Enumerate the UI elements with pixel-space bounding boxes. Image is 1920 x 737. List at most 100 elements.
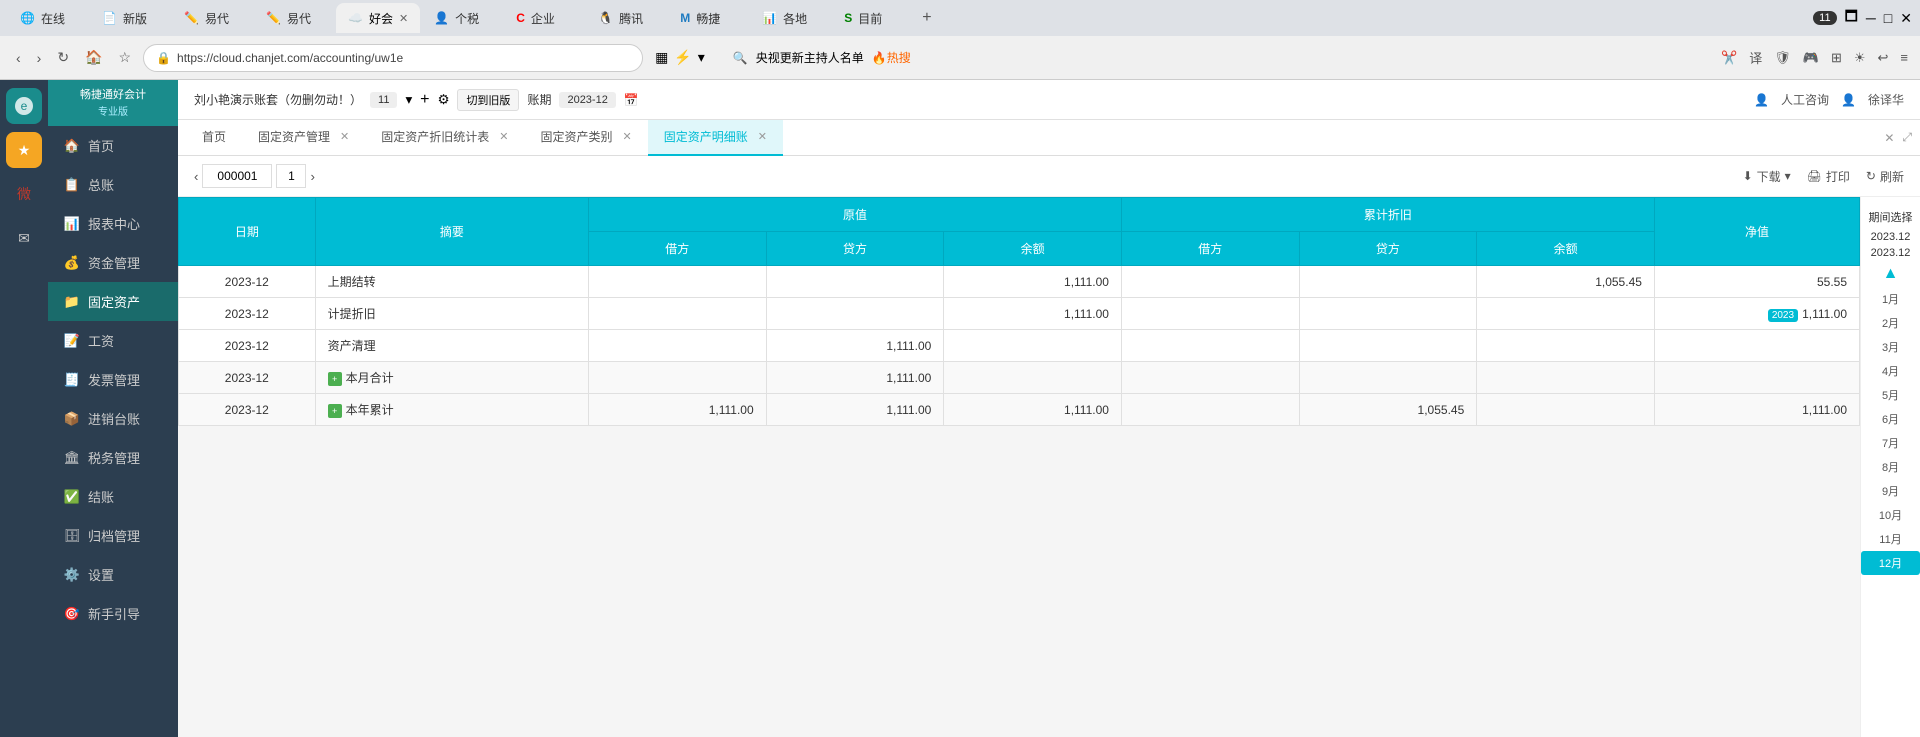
collapse-icon[interactable]: ✕	[1884, 131, 1894, 145]
browser-tab-4[interactable]: ☁️ 好会 ✕	[336, 3, 420, 33]
page-num-input[interactable]	[276, 164, 306, 188]
cell-net-1: 20231,111.00	[1654, 298, 1859, 330]
month-10[interactable]: 10月	[1861, 503, 1920, 527]
next-page-button[interactable]: ›	[310, 169, 314, 184]
add-account-button[interactable]: +	[420, 91, 429, 109]
calendar-icon[interactable]: 📅	[624, 93, 639, 107]
month-11[interactable]: 11月	[1861, 527, 1920, 551]
window-close-icon[interactable]: ✕	[1900, 10, 1912, 27]
month-8[interactable]: 8月	[1861, 455, 1920, 479]
qr-icon[interactable]: ▦	[655, 49, 668, 66]
sidebar-item-tax[interactable]: 🏛 税务管理	[48, 438, 178, 477]
month-7[interactable]: 7月	[1861, 431, 1920, 455]
browser-tab-9[interactable]: 📊 各地	[750, 3, 830, 33]
forward-button[interactable]: ›	[33, 46, 46, 70]
sidebar-item-closing[interactable]: ✅ 结账	[48, 477, 178, 516]
restore-icon[interactable]: 🗖	[1845, 6, 1858, 30]
page-tab-close-3[interactable]: ✕	[623, 130, 632, 143]
sidebar-item-fixed-assets[interactable]: 📁 固定资产	[48, 282, 178, 321]
account-dropdown-button[interactable]: ▾	[405, 92, 412, 108]
sidebar-item-settings[interactable]: ⚙️ 设置	[48, 555, 178, 594]
month-9[interactable]: 9月	[1861, 479, 1920, 503]
page-tab-depreciation-stat[interactable]: 固定资产折旧统计表 ✕	[365, 120, 524, 156]
tab-expand-close[interactable]: ✕ ⤢	[1884, 130, 1912, 145]
sidebar-item-payroll[interactable]: 📝 工资	[48, 321, 178, 360]
shield-icon[interactable]: 🛡	[1774, 50, 1791, 66]
month-4[interactable]: 4月	[1861, 359, 1920, 383]
quick-icon-0[interactable]: e	[6, 88, 42, 124]
refresh-button[interactable]: ↻ 刷新	[1866, 168, 1904, 185]
grid-icon[interactable]: ⊞	[1831, 50, 1842, 66]
month-5[interactable]: 5月	[1861, 383, 1920, 407]
page-tab-close-2[interactable]: ✕	[499, 130, 508, 143]
tab-label-4: 好会	[369, 10, 393, 27]
sidebar-item-invoice[interactable]: 🧾 发票管理	[48, 360, 178, 399]
page-code-input[interactable]	[202, 164, 272, 188]
cell-orig-balance-2	[944, 330, 1122, 362]
expand-icon[interactable]: ⤢	[1902, 130, 1912, 145]
month-1[interactable]: 1月	[1861, 287, 1920, 311]
sidebar-item-guide[interactable]: 🎯 新手引导	[48, 594, 178, 633]
refresh-button[interactable]: ↻	[53, 45, 73, 70]
home-button[interactable]: 🏠	[81, 45, 106, 70]
browser-tab-5[interactable]: 👤 个税	[422, 3, 502, 33]
page-tab-asset-detail[interactable]: 固定资产明细账 ✕	[648, 120, 783, 156]
sidebar-item-purchase-sales[interactable]: 📦 进销台账	[48, 399, 178, 438]
download-dropdown-icon[interactable]: ▾	[1785, 169, 1791, 183]
switch-version-button[interactable]: 切到旧版	[457, 89, 519, 111]
menu-icon[interactable]: ≡	[1900, 50, 1908, 65]
prev-page-button[interactable]: ‹	[194, 169, 198, 184]
settings-button[interactable]: ⚙	[437, 92, 449, 108]
back-button[interactable]: ‹	[12, 46, 25, 70]
month-2[interactable]: 2月	[1861, 311, 1920, 335]
page-tab-close-4[interactable]: ✕	[758, 130, 767, 143]
page-tab-home[interactable]: 首页	[186, 120, 242, 156]
history-icon[interactable]: ↩	[1878, 50, 1889, 66]
month-12[interactable]: 12月	[1861, 551, 1920, 575]
quick-sidebar: e ★ 微 ✉	[0, 80, 48, 737]
browser-tab-3[interactable]: ✏️ 易代	[254, 3, 334, 33]
quick-icon-1[interactable]: ★	[6, 132, 42, 168]
quick-icon-3[interactable]: ✉	[6, 220, 42, 256]
browser-tab-0[interactable]: 🌐 在线	[8, 3, 88, 33]
page-tab-close-1[interactable]: ✕	[340, 130, 349, 143]
browser-tab-10[interactable]: S 目前	[832, 3, 912, 33]
brightness-icon[interactable]: ☀	[1854, 50, 1866, 66]
sidebar-item-reports[interactable]: 📊 报表中心	[48, 204, 178, 243]
tab-favicon-8: M	[680, 11, 690, 25]
browser-tab-8[interactable]: M 畅捷	[668, 3, 748, 33]
scroll-up-icon[interactable]: ▲	[1883, 265, 1899, 283]
browser-tab-6[interactable]: C 企业	[504, 3, 584, 33]
download-button[interactable]: ⬇ 下载 ▾	[1743, 168, 1791, 185]
new-tab-button[interactable]: +	[914, 5, 939, 31]
month-3[interactable]: 3月	[1861, 335, 1920, 359]
sidebar-item-funds[interactable]: 💰 资金管理	[48, 243, 178, 282]
quick-icon-2[interactable]: 微	[6, 176, 42, 212]
hot-search[interactable]: 🔥热搜	[872, 49, 911, 66]
user-name[interactable]: 徐译华	[1868, 91, 1904, 108]
page-tab-fixed-assets-mgmt[interactable]: 固定资产管理 ✕	[242, 120, 365, 156]
maximize-icon[interactable]: □	[1884, 10, 1892, 26]
minimize-icon[interactable]: ─	[1866, 10, 1876, 26]
print-button[interactable]: 🖨 打印	[1807, 168, 1850, 185]
month-6[interactable]: 6月	[1861, 407, 1920, 431]
customer-service-label[interactable]: 人工咨询	[1781, 91, 1829, 108]
page-tab-asset-category[interactable]: 固定资产类别 ✕	[524, 120, 647, 156]
translate-icon[interactable]: 译	[1749, 48, 1762, 67]
browser-tab-2[interactable]: ✏️ 易代	[172, 3, 252, 33]
address-input[interactable]: 🔒 https://cloud.chanjet.com/accounting/u…	[143, 44, 643, 72]
dropdown-icon[interactable]: ▾	[698, 49, 705, 66]
tab-close-4[interactable]: ✕	[399, 12, 408, 25]
browser-tab-7[interactable]: 🐧 腾讯	[586, 3, 666, 33]
sidebar-item-home[interactable]: 🏠 首页	[48, 126, 178, 165]
sidebar-item-ledger[interactable]: 📋 总账	[48, 165, 178, 204]
sidebar-item-archive[interactable]: 🗄 归档管理	[48, 516, 178, 555]
sidebar-item-guide-label: 新手引导	[88, 604, 140, 623]
cell-dep-credit-4: 1,055.45	[1299, 394, 1477, 426]
cell-orig-debit-4: 1,111.00	[588, 394, 766, 426]
game-icon[interactable]: 🎮	[1803, 50, 1819, 66]
flash-icon[interactable]: ⚡	[674, 49, 691, 66]
scissors-icon[interactable]: ✂️	[1721, 50, 1737, 66]
browser-tab-1[interactable]: 📄 新版	[90, 3, 170, 33]
bookmark-button[interactable]: ☆	[115, 45, 136, 70]
